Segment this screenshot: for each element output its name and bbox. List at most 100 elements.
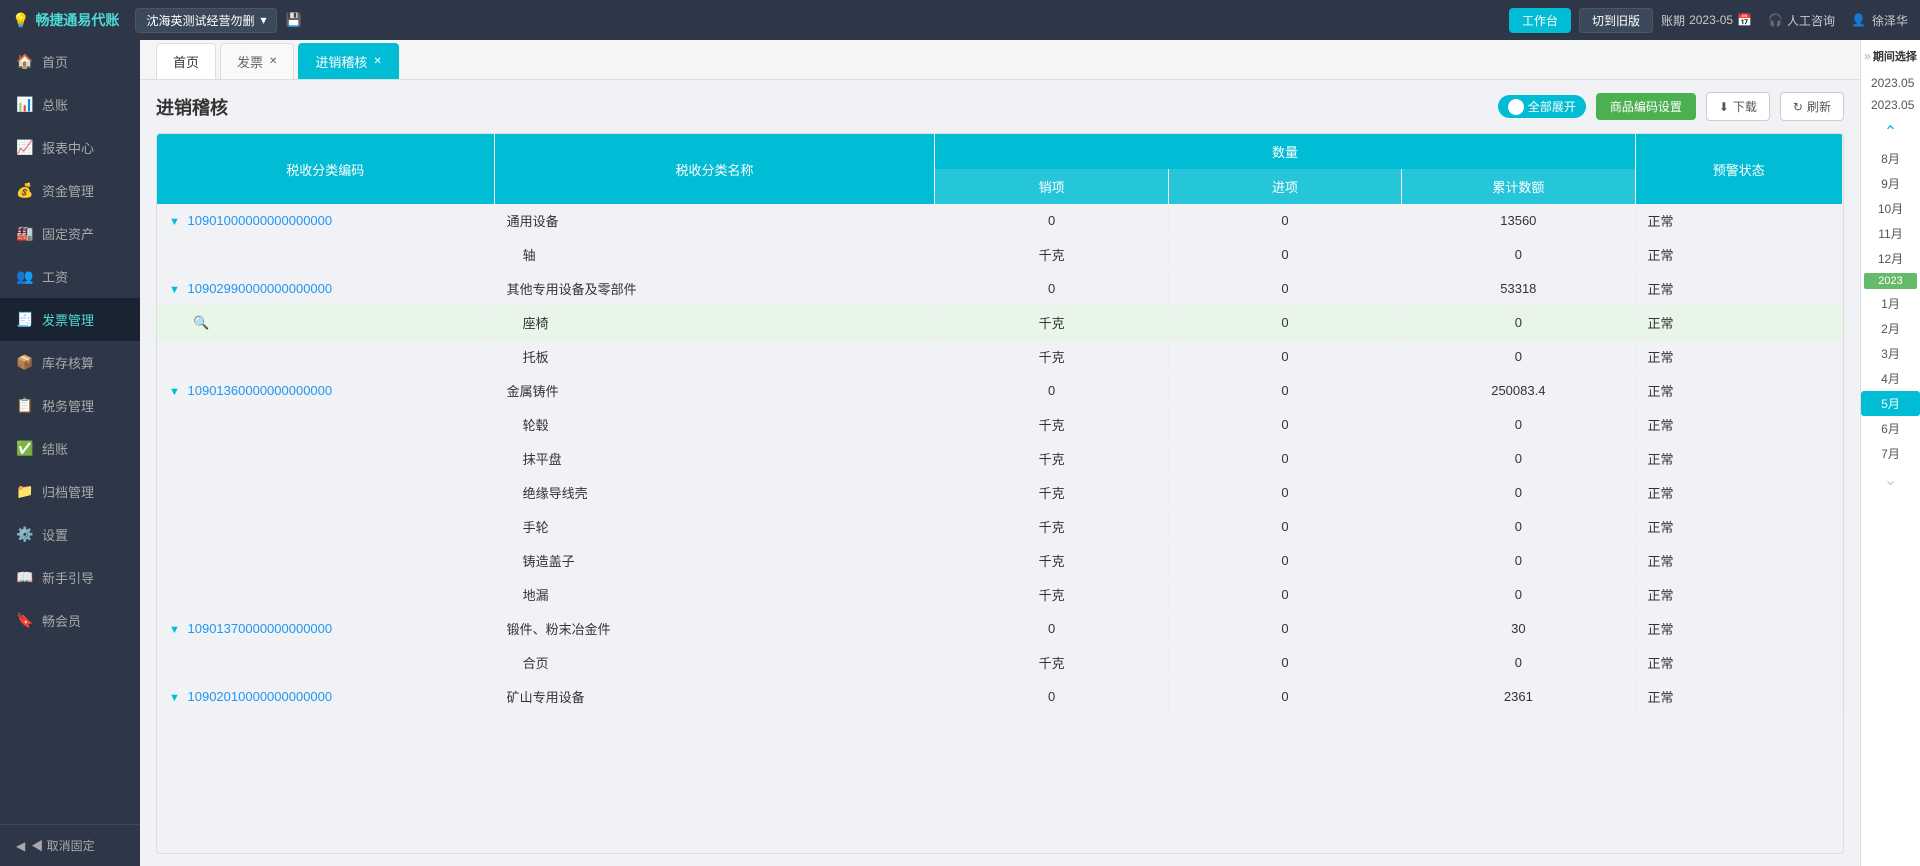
cell-warning: 正常 bbox=[1635, 374, 1842, 408]
period-8[interactable]: 8月 bbox=[1861, 146, 1920, 171]
cell-sale: 0 bbox=[1168, 408, 1401, 442]
cell-warning: 正常 bbox=[1635, 306, 1842, 340]
cell-warning: 正常 bbox=[1635, 204, 1842, 238]
period-6[interactable]: 6月 bbox=[1861, 416, 1920, 441]
scroll-down-arrow[interactable]: ⌄ bbox=[1880, 466, 1901, 494]
tab-home[interactable]: 首页 bbox=[156, 43, 216, 79]
sidebar-item-settings[interactable]: ⚙️ 设置 bbox=[0, 513, 140, 556]
period-4[interactable]: 4月 bbox=[1861, 366, 1920, 391]
table-row: 托板 千克 0 0 正常 bbox=[157, 340, 1843, 374]
col-name: 税收分类名称 bbox=[494, 134, 935, 204]
sidebar-item-tax[interactable]: 📋 税务管理 bbox=[0, 384, 140, 427]
sidebar-item-archive[interactable]: 📁 归档管理 bbox=[0, 470, 140, 513]
sidebar-label-guide: 新手引导 bbox=[42, 568, 94, 587]
period-11[interactable]: 11月 bbox=[1861, 221, 1920, 246]
tab-reconcile[interactable]: 进销稽核 ✕ bbox=[298, 43, 398, 79]
switch-old-button[interactable]: 切到旧版 bbox=[1579, 8, 1653, 33]
cell-sale: 0 bbox=[1168, 476, 1401, 510]
tab-invoice[interactable]: 发票 ✕ bbox=[220, 43, 294, 79]
title-actions: 全部展开 商品编码设置 ⬇ 下载 ↻ 刷新 bbox=[1498, 92, 1844, 121]
settings-icon: ⚙️ bbox=[16, 526, 34, 543]
sidebar: 🏠 首页 📊 总账 📈 报表中心 💰 资金管理 🏭 固定资产 👥 工资 bbox=[0, 40, 140, 866]
sidebar-item-reports[interactable]: 📈 报表中心 bbox=[0, 126, 140, 169]
calendar-icon[interactable]: 📅 bbox=[1737, 13, 1752, 27]
sidebar-item-ledger[interactable]: 📊 总账 bbox=[0, 83, 140, 126]
scroll-up-arrow[interactable]: ⌃ bbox=[1880, 118, 1901, 146]
refresh-icon: ↻ bbox=[1793, 100, 1803, 114]
sidebar-item-settle[interactable]: ✅ 结账 bbox=[0, 427, 140, 470]
expand-all-label: 全部展开 bbox=[1528, 98, 1576, 115]
expand-icon[interactable]: ▼ bbox=[169, 692, 180, 704]
expand-icon[interactable]: ▼ bbox=[169, 216, 180, 228]
cell-warning: 正常 bbox=[1635, 646, 1842, 680]
sidebar-item-guide[interactable]: 📖 新手引导 bbox=[0, 556, 140, 599]
cell-code bbox=[157, 510, 494, 544]
sidebar-item-inventory[interactable]: 📦 库存核算 bbox=[0, 341, 140, 384]
table-row: 轴 千克 0 0 正常 bbox=[157, 238, 1843, 272]
cell-purchase: 0 bbox=[1402, 408, 1635, 442]
period-label: 账期 bbox=[1661, 12, 1685, 29]
service-btn[interactable]: 🎧 人工咨询 bbox=[1768, 12, 1835, 29]
expand-all-toggle[interactable]: 全部展开 bbox=[1498, 95, 1586, 118]
top-bar: 💡 畅捷通易代账 沈海英测试经营勿删 ▾ 💾 工作台 切到旧版 账期 2023-… bbox=[0, 0, 1920, 40]
main-table: 税收分类编码 税收分类名称 数量 预警状态 销项 进项 累计数额 bbox=[157, 134, 1843, 714]
company-name: 沈海英测试经营勿删 bbox=[146, 12, 254, 29]
cell-warning: 正常 bbox=[1635, 612, 1842, 646]
toggle-circle bbox=[1508, 99, 1524, 115]
expand-icon[interactable]: ▼ bbox=[169, 284, 180, 296]
cell-sale: 0 bbox=[1168, 442, 1401, 476]
cell-sale: 0 bbox=[1168, 340, 1401, 374]
cell-sale: 0 bbox=[935, 680, 1168, 714]
cell-total: 30 bbox=[1402, 612, 1635, 646]
cell-name: 铸造盖子 bbox=[494, 544, 935, 578]
sidebar-item-invoice[interactable]: 🧾 发票管理 bbox=[0, 298, 140, 341]
cell-name: 绝缘导线壳 bbox=[494, 476, 935, 510]
cell-purchase: 0 bbox=[1402, 646, 1635, 680]
period-5[interactable]: 5月 bbox=[1861, 391, 1920, 416]
service-label: 人工咨询 bbox=[1787, 12, 1835, 29]
sidebar-item-assets[interactable]: 🏭 固定资产 bbox=[0, 212, 140, 255]
period-3[interactable]: 3月 bbox=[1861, 341, 1920, 366]
cell-purchase: 0 bbox=[1402, 476, 1635, 510]
sidebar-item-funds[interactable]: 💰 资金管理 bbox=[0, 169, 140, 212]
period-7[interactable]: 7月 bbox=[1861, 441, 1920, 466]
period-2[interactable]: 2月 bbox=[1861, 316, 1920, 341]
right-panel-collapse-icon[interactable]: » bbox=[1864, 49, 1871, 63]
cell-name: 金属铸件 bbox=[494, 374, 935, 408]
sidebar-label-archive: 归档管理 bbox=[42, 482, 94, 501]
sidebar-item-payroll[interactable]: 👥 工资 bbox=[0, 255, 140, 298]
download-btn[interactable]: ⬇ 下载 bbox=[1706, 92, 1770, 121]
company-selector[interactable]: 沈海英测试经营勿删 ▾ bbox=[135, 8, 277, 33]
cell-warning: 正常 bbox=[1635, 578, 1842, 612]
cell-warning: 正常 bbox=[1635, 340, 1842, 374]
page-title-row: 进销稽核 全部展开 商品编码设置 ⬇ 下载 ↻ 刷新 bbox=[156, 92, 1844, 121]
cell-unit: 千克 bbox=[935, 646, 1168, 680]
unpin-sidebar-btn[interactable]: ◀ ◀ 取消固定 bbox=[0, 824, 140, 866]
period-12[interactable]: 12月 bbox=[1861, 246, 1920, 271]
inventory-icon: 📦 bbox=[16, 354, 34, 371]
refresh-btn[interactable]: ↻ 刷新 bbox=[1780, 92, 1844, 121]
period-1[interactable]: 1月 bbox=[1861, 291, 1920, 316]
workbench-button[interactable]: 工作台 bbox=[1509, 8, 1571, 33]
period-9[interactable]: 9月 bbox=[1861, 171, 1920, 196]
period-10[interactable]: 10月 bbox=[1861, 196, 1920, 221]
product-code-btn[interactable]: 商品编码设置 bbox=[1596, 93, 1696, 120]
period-item-2023-05-a[interactable]: 2023.05 bbox=[1865, 72, 1916, 94]
right-panel: » 期间选择 2023.05 2023.05 ⌃ 8月 9月 10月 11月 1… bbox=[1860, 40, 1920, 866]
sidebar-label-ledger: 总账 bbox=[42, 95, 68, 114]
save-icon[interactable]: 💾 bbox=[285, 12, 301, 28]
sidebar-item-member[interactable]: 🔖 畅会员 bbox=[0, 599, 140, 642]
sidebar-label-home: 首页 bbox=[42, 52, 68, 71]
period-item-2023-05-b[interactable]: 2023.05 bbox=[1865, 94, 1916, 116]
tab-invoice-close[interactable]: ✕ bbox=[269, 56, 277, 67]
cell-name: 轮毂 bbox=[494, 408, 935, 442]
cell-purchase: 0 bbox=[1402, 510, 1635, 544]
tab-reconcile-close[interactable]: ✕ bbox=[373, 56, 381, 67]
expand-icon[interactable]: ▼ bbox=[169, 624, 180, 636]
search-icon: 🔍 bbox=[193, 315, 209, 330]
sidebar-item-home[interactable]: 🏠 首页 bbox=[0, 40, 140, 83]
cell-sale: 0 bbox=[935, 612, 1168, 646]
member-icon: 🔖 bbox=[16, 612, 34, 629]
expand-icon[interactable]: ▼ bbox=[169, 386, 180, 398]
app-container: 💡 畅捷通易代账 沈海英测试经营勿删 ▾ 💾 工作台 切到旧版 账期 2023-… bbox=[0, 0, 1920, 866]
